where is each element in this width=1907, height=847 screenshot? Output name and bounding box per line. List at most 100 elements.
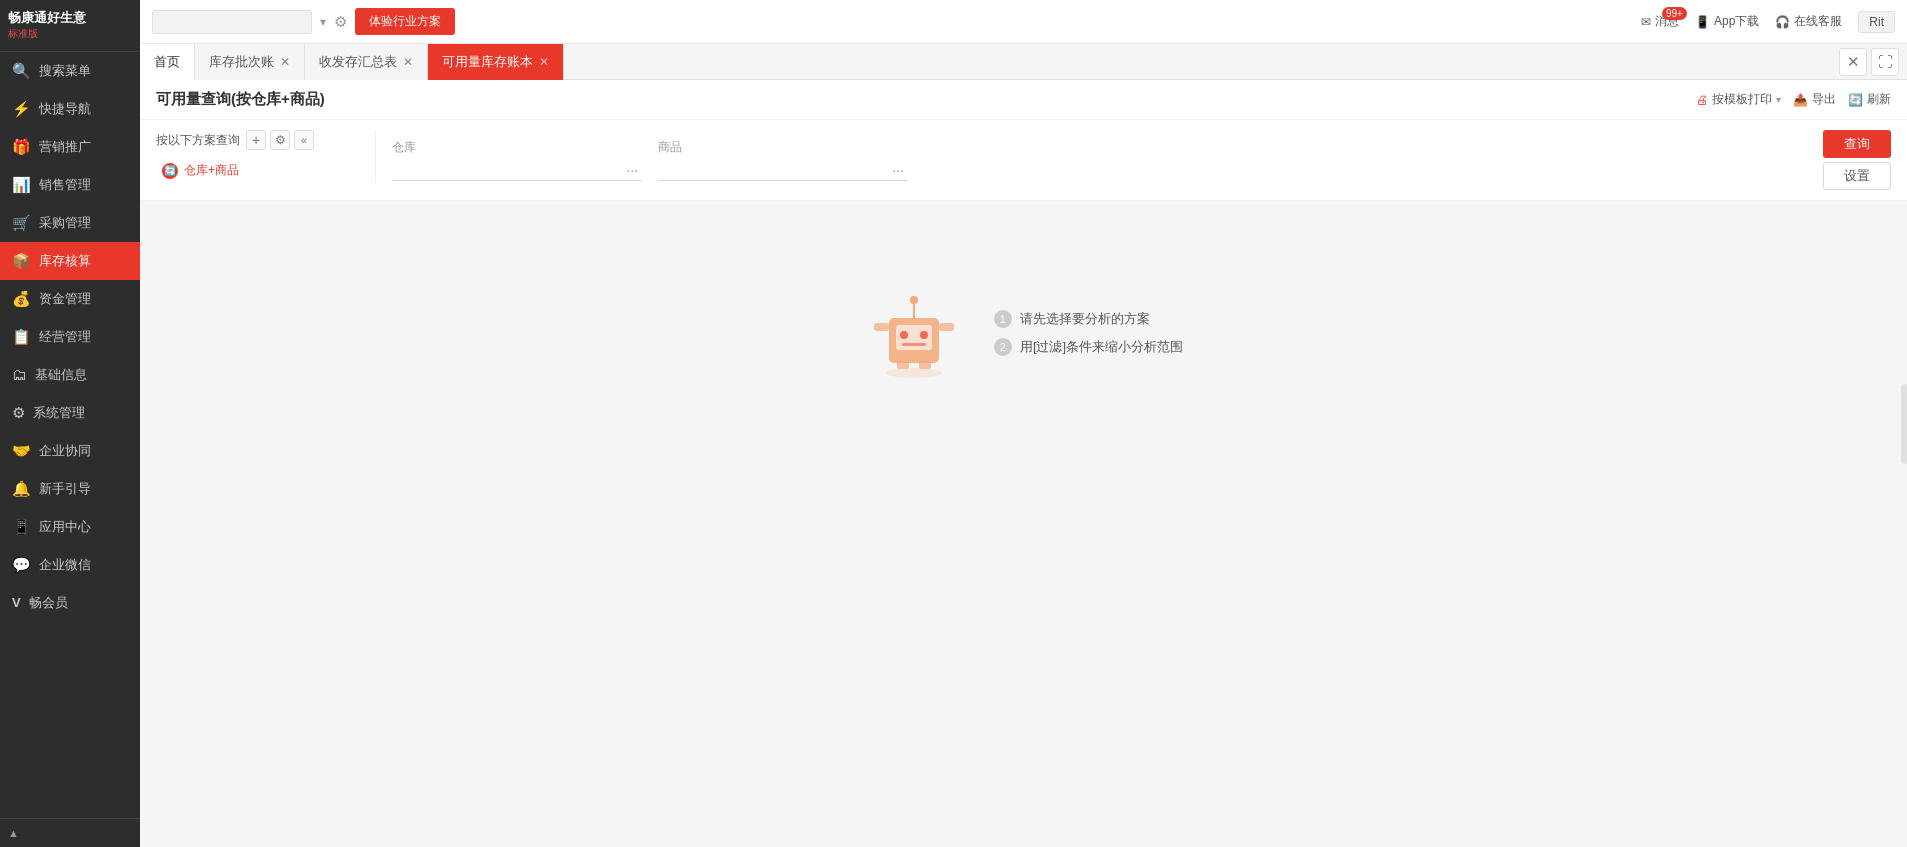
sidebar-item-operations[interactable]: 📋 经营管理 xyxy=(0,318,140,356)
scheme-icon: 🔄 xyxy=(162,163,178,179)
empty-msg-text-1: 请先选择要分析的方案 xyxy=(1020,310,1150,328)
message-button[interactable]: ✉ 消息 99+ xyxy=(1641,13,1679,30)
filter-actions: 查询 设置 xyxy=(1807,130,1891,190)
sidebar-item-label: 资金管理 xyxy=(39,290,91,308)
page-title: 可用量查询(按仓库+商品) xyxy=(156,90,325,109)
sidebar-item-wechat[interactable]: 💬 企业微信 xyxy=(0,546,140,584)
tab-expand-button[interactable]: ⛶ xyxy=(1871,48,1899,76)
refresh-icon: 🔄 xyxy=(1848,93,1863,107)
add-scheme-button[interactable]: + xyxy=(246,130,266,150)
filter-scheme-panel: 按以下方案查询 + ⚙ « 🔄 仓库+商品 xyxy=(156,130,376,183)
sidebar-item-label: 快捷导航 xyxy=(39,100,91,118)
svg-point-11 xyxy=(886,368,942,378)
sidebar-item-sales[interactable]: 📊 销售管理 xyxy=(0,166,140,204)
filter-scheme-actions: + ⚙ « xyxy=(246,130,314,150)
sidebar-item-purchase[interactable]: 🛒 采购管理 xyxy=(0,204,140,242)
filter-fields: 仓库 ··· 商品 ··· 查询 设置 xyxy=(376,130,1891,190)
sidebar-item-marketing[interactable]: 🎁 营销推广 xyxy=(0,128,140,166)
gear-icon: ⚙ xyxy=(12,404,25,422)
topbar-gear-icon[interactable]: ⚙ xyxy=(334,13,347,31)
chart-icon: 📊 xyxy=(12,176,31,194)
sidebar-item-label: 基础信息 xyxy=(35,366,87,384)
topbar-search-input[interactable] xyxy=(152,10,312,34)
warehouse-more-icon[interactable]: ··· xyxy=(626,162,638,178)
warehouse-input[interactable] xyxy=(396,163,622,177)
tab-receive-summary[interactable]: 收发存汇总表 ✕ xyxy=(305,44,428,80)
empty-state: 1 请先选择要分析的方案 2 用[过滤]条件来缩小分析范围 xyxy=(140,203,1907,463)
main-area: ▾ ⚙ 体验行业方案 ✉ 消息 99+ 📱 App下载 🎧 在线客服 Rit 首… xyxy=(140,0,1907,847)
sidebar-item-label: 搜索菜单 xyxy=(39,62,91,80)
sidebar-item-system[interactable]: ⚙ 系统管理 xyxy=(0,394,140,432)
tab-available-ledger-close[interactable]: ✕ xyxy=(539,55,549,69)
goods-more-icon[interactable]: ··· xyxy=(892,162,904,178)
gift-icon: 🎁 xyxy=(12,138,31,156)
settings-scheme-button[interactable]: ⚙ xyxy=(270,130,290,150)
print-label: 按模板打印 xyxy=(1712,91,1772,108)
refresh-label: 刷新 xyxy=(1867,91,1891,108)
tab-bar: 首页 库存批次账 ✕ 收发存汇总表 ✕ 可用量库存账本 ✕ ✕ ⛶ xyxy=(140,44,1907,80)
member-icon: V xyxy=(12,595,21,610)
svg-rect-7 xyxy=(897,361,909,369)
user-menu-button[interactable]: Rit xyxy=(1858,11,1895,33)
message-icon: ✉ xyxy=(1641,15,1651,29)
sidebar-item-label: 畅会员 xyxy=(29,594,68,612)
settings-button[interactable]: 设置 xyxy=(1823,162,1891,190)
tab-batch-account-close[interactable]: ✕ xyxy=(280,55,290,69)
svg-rect-9 xyxy=(874,323,889,331)
svg-point-2 xyxy=(900,331,908,339)
filter-scheme-header: 按以下方案查询 + ⚙ « xyxy=(156,130,363,150)
print-button[interactable]: 🖨 按模板打印 ▾ xyxy=(1696,91,1781,108)
search-icon: 🔍 xyxy=(12,62,31,80)
sidebar-item-inventory[interactable]: 📦 库存核算 xyxy=(0,242,140,280)
tab-close-button[interactable]: ✕ xyxy=(1839,48,1867,76)
sidebar-item-appcenter[interactable]: 📱 应用中心 xyxy=(0,508,140,546)
sidebar-footer[interactable]: ▲ xyxy=(0,818,140,847)
page-header-actions: 🖨 按模板打印 ▾ 📤 导出 🔄 刷新 xyxy=(1696,91,1891,108)
message-badge: 99+ xyxy=(1662,7,1687,20)
export-button[interactable]: 📤 导出 xyxy=(1793,91,1836,108)
collapse-scheme-button[interactable]: « xyxy=(294,130,314,150)
sidebar-item-member[interactable]: V 畅会员 xyxy=(0,584,140,622)
sidebar-nav: 🔍 搜索菜单 ⚡ 快捷导航 🎁 营销推广 📊 销售管理 🛒 采购管理 📦 库存核… xyxy=(0,52,140,818)
sidebar-item-finance[interactable]: 💰 资金管理 xyxy=(0,280,140,318)
app-label: App下载 xyxy=(1714,13,1759,30)
goods-input-wrapper: ··· xyxy=(658,160,908,181)
filter-area: 按以下方案查询 + ⚙ « 🔄 仓库+商品 仓库 xyxy=(140,120,1907,201)
sidebar-item-search[interactable]: 🔍 搜索菜单 xyxy=(0,52,140,90)
print-chevron-icon[interactable]: ▾ xyxy=(1776,94,1781,105)
topbar-right: ✉ 消息 99+ 📱 App下载 🎧 在线客服 Rit xyxy=(1641,11,1895,33)
trial-industry-button[interactable]: 体验行业方案 xyxy=(355,8,455,35)
refresh-button[interactable]: 🔄 刷新 xyxy=(1848,91,1891,108)
query-button[interactable]: 查询 xyxy=(1823,130,1891,158)
filter-field-goods: 商品 ··· xyxy=(658,139,908,181)
goods-label: 商品 xyxy=(658,139,908,156)
tab-batch-account[interactable]: 库存批次账 ✕ xyxy=(195,44,305,80)
money-icon: 💰 xyxy=(12,290,31,308)
scheme-item-warehouse-goods[interactable]: 🔄 仓库+商品 xyxy=(156,158,363,183)
app-download-button[interactable]: 📱 App下载 xyxy=(1695,13,1759,30)
empty-msg-text-2: 用[过滤]条件来缩小分析范围 xyxy=(1020,338,1183,356)
tabs-right-actions: ✕ ⛶ xyxy=(1839,48,1907,76)
empty-msg-num-2: 2 xyxy=(994,338,1012,356)
topbar: ▾ ⚙ 体验行业方案 ✉ 消息 99+ 📱 App下载 🎧 在线客服 Rit xyxy=(140,0,1907,44)
online-service-button[interactable]: 🎧 在线客服 xyxy=(1775,13,1842,30)
empty-state-content: 1 请先选择要分析的方案 2 用[过滤]条件来缩小分析范围 xyxy=(864,283,1183,383)
bell-icon: 🔔 xyxy=(12,480,31,498)
goods-input[interactable] xyxy=(662,163,888,177)
right-scroll-indicator xyxy=(1901,384,1907,464)
sidebar-item-quicknav[interactable]: ⚡ 快捷导航 xyxy=(0,90,140,128)
sidebar-item-label: 企业微信 xyxy=(39,556,91,574)
sidebar-item-baseinfo[interactable]: 🗂 基础信息 xyxy=(0,356,140,394)
tab-available-ledger[interactable]: 可用量库存账本 ✕ xyxy=(428,44,564,80)
sidebar-item-enterprise[interactable]: 🤝 企业协同 xyxy=(0,432,140,470)
service-label: 在线客服 xyxy=(1794,13,1842,30)
sidebar-item-label: 库存核算 xyxy=(39,252,91,270)
tab-receive-summary-close[interactable]: ✕ xyxy=(403,55,413,69)
empty-illustration xyxy=(864,283,964,383)
tab-home[interactable]: 首页 xyxy=(140,44,195,80)
topbar-chevron-icon[interactable]: ▾ xyxy=(320,15,326,29)
sidebar-item-newguide[interactable]: 🔔 新手引导 xyxy=(0,470,140,508)
print-icon: 🖨 xyxy=(1696,93,1708,107)
sidebar-item-label: 系统管理 xyxy=(33,404,85,422)
svg-rect-4 xyxy=(902,343,926,346)
